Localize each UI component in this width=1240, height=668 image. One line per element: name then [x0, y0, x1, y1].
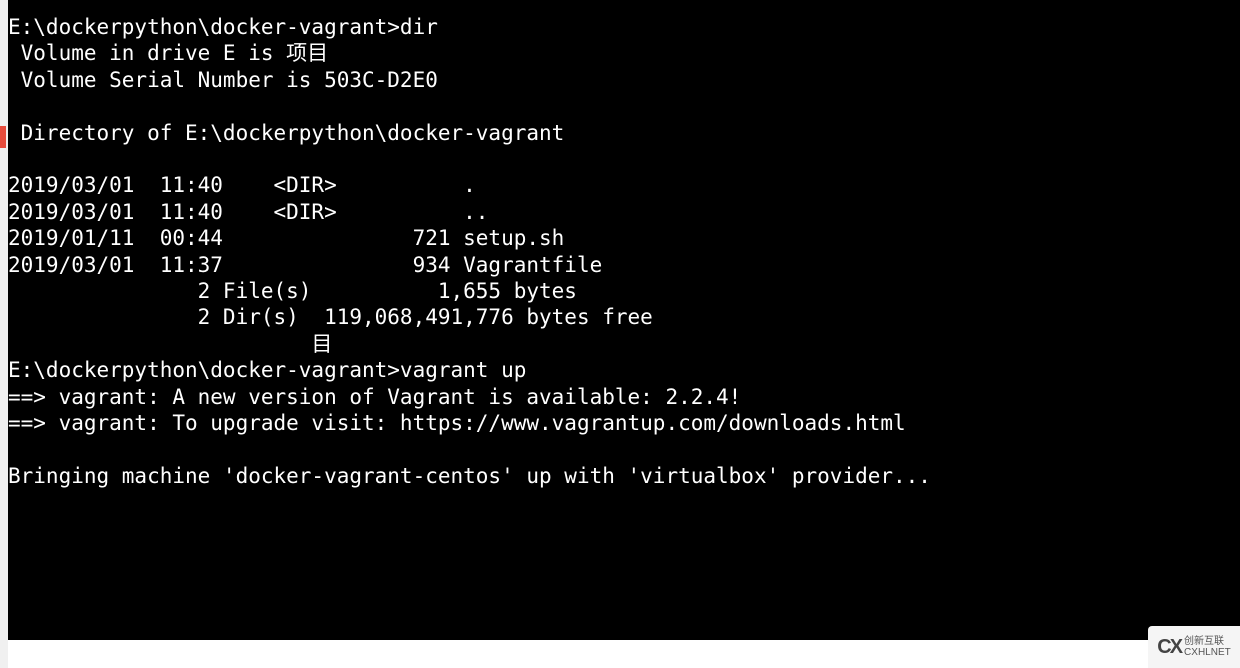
terminal-line: 2019/03/01 11:40 <DIR> .: [8, 173, 476, 197]
watermark-badge: CX 创新互联 CXHLNET: [1148, 626, 1240, 668]
terminal-line: ==> vagrant: A new version of Vagrant is…: [8, 385, 741, 409]
terminal-line: 2 File(s) 1,655 bytes: [8, 279, 577, 303]
watermark-logo-icon: CX: [1157, 636, 1181, 659]
terminal-line: 2019/03/01 11:40 <DIR> ..: [8, 200, 488, 224]
terminal-line: Directory of E:\dockerpython\docker-vagr…: [8, 121, 564, 145]
terminal-line: Volume Serial Number is 503C-D2E0: [8, 68, 438, 92]
watermark-text-line2: CXHLNET: [1184, 647, 1231, 658]
terminal-line: 2019/01/11 00:44 721 setup.sh: [8, 226, 564, 250]
terminal-line: Bringing machine 'docker-vagrant-centos'…: [8, 464, 931, 488]
terminal-window[interactable]: E:\dockerpython\docker-vagrant>dir Volum…: [8, 0, 1240, 640]
bottom-margin: [8, 640, 1240, 668]
terminal-line: 目: [8, 332, 332, 356]
terminal-line: Volume in drive E is 项目: [8, 41, 328, 65]
terminal-line: 2 Dir(s) 119,068,491,776 bytes free: [8, 305, 653, 329]
watermark-text-line1: 创新互联: [1184, 636, 1231, 647]
terminal-line: ==> vagrant: To upgrade visit: https://w…: [8, 411, 906, 435]
terminal-line: 2019/03/01 11:37 934 Vagrantfile: [8, 253, 602, 277]
left-scrollbar-edge: [0, 0, 8, 668]
terminal-line: E:\dockerpython\docker-vagrant>vagrant u…: [8, 358, 526, 382]
terminal-line: E:\dockerpython\docker-vagrant>dir: [8, 15, 438, 39]
scroll-indicator: [0, 126, 6, 148]
